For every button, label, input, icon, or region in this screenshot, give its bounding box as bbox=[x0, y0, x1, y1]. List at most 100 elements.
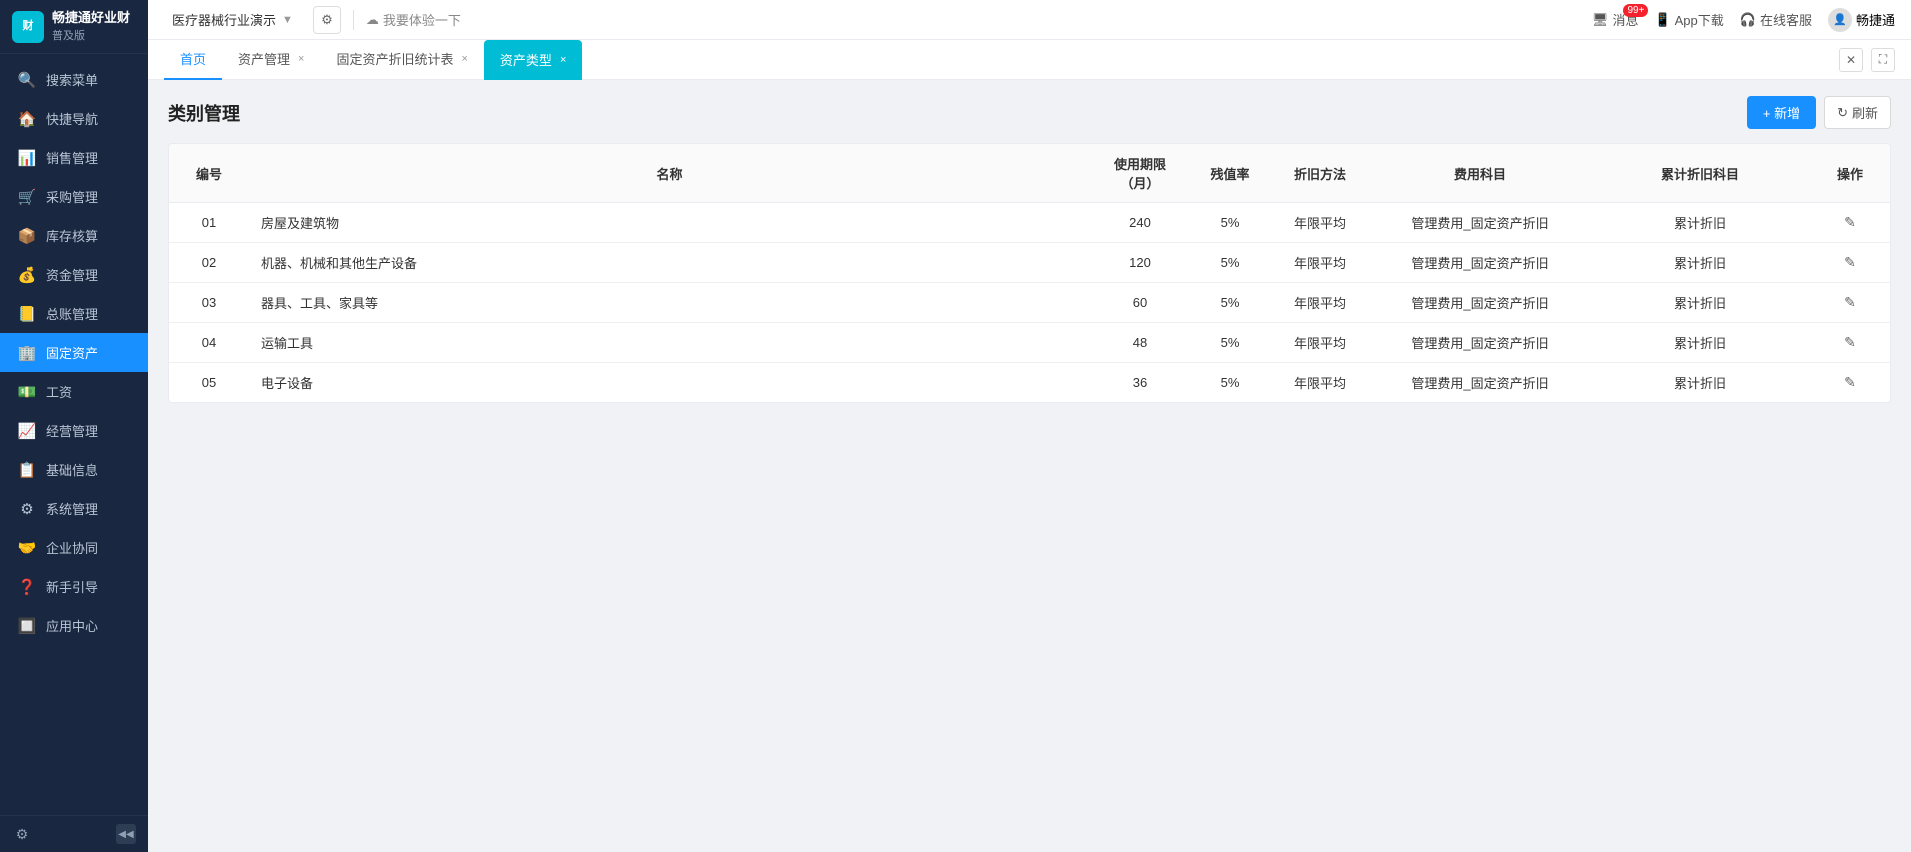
sidebar-item-coop[interactable]: 🤝企业协同 bbox=[0, 528, 148, 567]
cell-operation: ✎ bbox=[1810, 243, 1890, 283]
cell-subject: 管理费用_固定资产折旧 bbox=[1370, 203, 1590, 243]
cell-subject: 管理费用_固定资产折旧 bbox=[1370, 243, 1590, 283]
sidebar-item-appcenter[interactable]: 🔲应用中心 bbox=[0, 606, 148, 645]
edit-btn[interactable]: ✎ bbox=[1844, 214, 1856, 230]
tab-home[interactable]: 首页 bbox=[164, 40, 222, 80]
edit-btn[interactable]: ✎ bbox=[1844, 374, 1856, 390]
tab-assettype-close[interactable]: × bbox=[560, 54, 566, 66]
sidebar-label-capital: 资金管理 bbox=[46, 265, 98, 284]
sidebar-menu: 🔍搜索菜单 🏠 快捷导航 📊销售管理🛒采购管理 📦 库存核算 💰资金管理 📒 总账管理 🏢固定资产… bbox=[0, 54, 148, 815]
tab-assets-label: 资产管理 bbox=[238, 49, 290, 68]
edit-btn[interactable]: ✎ bbox=[1844, 334, 1856, 350]
sidebar-item-basicinfo[interactable]: 📋基础信息 bbox=[0, 450, 148, 489]
sidebar-settings-btn[interactable]: ⚙ bbox=[12, 824, 32, 844]
sidebar-label-salary: 工资 bbox=[46, 382, 72, 401]
th-id: 编号 bbox=[169, 144, 249, 203]
appdown-label: App下载 bbox=[1675, 10, 1724, 29]
cell-method: 年限平均 bbox=[1270, 363, 1370, 403]
topbar-divider bbox=[353, 10, 354, 30]
cell-id: 02 bbox=[169, 243, 249, 283]
service-icon: 🎧 bbox=[1740, 12, 1756, 28]
sidebar-item-capital[interactable]: 💰资金管理 bbox=[0, 255, 148, 294]
tab-depreciation[interactable]: 固定资产折旧统计表 × bbox=[320, 40, 483, 80]
sidebar-item-operation[interactable]: 📈经营管理 bbox=[0, 411, 148, 450]
sidebar-icon-guide: ❓ bbox=[18, 578, 36, 596]
cell-subject: 管理费用_固定资产折旧 bbox=[1370, 283, 1590, 323]
sidebar-item-guide[interactable]: ❓ 新手引导 bbox=[0, 567, 148, 606]
tab-assettype-label: 资产类型 bbox=[500, 50, 552, 69]
sidebar-icon-inventory: 📦 bbox=[18, 227, 36, 245]
service-label: 在线客服 bbox=[1760, 10, 1812, 29]
tab-assettype[interactable]: 资产类型 × bbox=[484, 40, 582, 80]
table-row: 02 机器、机械和其他生产设备 120 5% 年限平均 管理费用_固定资产折旧 … bbox=[169, 243, 1890, 283]
sidebar-label-appcenter: 应用中心 bbox=[46, 616, 98, 635]
sidebar-label-quicknav: 快捷导航 bbox=[46, 109, 98, 128]
th-cum-subject: 累计折旧科目 bbox=[1590, 144, 1810, 203]
sidebar-item-sales[interactable]: 📊销售管理 bbox=[0, 138, 148, 177]
refresh-icon: ↻ bbox=[1837, 105, 1848, 121]
cell-residual: 5% bbox=[1190, 363, 1270, 403]
edit-btn[interactable]: ✎ bbox=[1844, 254, 1856, 270]
th-method: 折旧方法 bbox=[1270, 144, 1370, 203]
cell-period: 48 bbox=[1090, 323, 1190, 363]
tab-depreciation-close[interactable]: × bbox=[461, 53, 467, 65]
cell-name: 器具、工具、家具等 bbox=[249, 283, 1090, 323]
sidebar-item-quicknav[interactable]: 🏠 快捷导航 bbox=[0, 99, 148, 138]
notification-badge: 99+ bbox=[1623, 4, 1648, 17]
tab-home-label: 首页 bbox=[180, 49, 206, 68]
sidebar-label-ledger: 总账管理 bbox=[46, 304, 98, 323]
sidebar-label-inventory: 库存核算 bbox=[46, 226, 98, 245]
notification-btn[interactable]: 🖥 消息 99+ bbox=[1592, 10, 1639, 29]
cell-operation: ✎ bbox=[1810, 363, 1890, 403]
topbar-settings-btn[interactable]: ⚙ bbox=[313, 6, 341, 34]
sidebar-item-search[interactable]: 🔍搜索菜单 bbox=[0, 60, 148, 99]
cell-id: 04 bbox=[169, 323, 249, 363]
user-menu[interactable]: 👤 畅捷通 bbox=[1828, 8, 1895, 32]
table-row: 04 运输工具 48 5% 年限平均 管理费用_固定资产折旧 累计折旧 ✎ bbox=[169, 323, 1890, 363]
tab-assets-close[interactable]: × bbox=[298, 53, 304, 65]
table-row: 03 器具、工具、家具等 60 5% 年限平均 管理费用_固定资产折旧 累计折旧… bbox=[169, 283, 1890, 323]
sidebar-collapse-btn[interactable]: ◀◀ bbox=[116, 824, 136, 844]
cell-method: 年限平均 bbox=[1270, 203, 1370, 243]
sidebar-label-fixed: 固定资产 bbox=[46, 343, 98, 362]
cell-period: 60 bbox=[1090, 283, 1190, 323]
experience-btn[interactable]: ☁ 我要体验一下 bbox=[366, 10, 461, 29]
service-btn[interactable]: 🎧 在线客服 bbox=[1740, 10, 1812, 29]
tab-close-btn[interactable]: ✕ bbox=[1839, 48, 1863, 72]
refresh-btn[interactable]: ↻ 刷新 bbox=[1824, 96, 1891, 129]
edit-btn[interactable]: ✎ bbox=[1844, 294, 1856, 310]
th-name: 名称 bbox=[249, 144, 1090, 203]
sidebar-item-purchase[interactable]: 🛒采购管理 bbox=[0, 177, 148, 216]
table-wrapper: 编号 名称 使用期限（月） 残值率 折旧方法 费用科目 累计折旧科目 操作 01… bbox=[168, 143, 1891, 403]
sidebar-item-salary[interactable]: 💵 工资 bbox=[0, 372, 148, 411]
sidebar-icon-salary: 💵 bbox=[18, 383, 36, 401]
th-subject: 费用科目 bbox=[1370, 144, 1590, 203]
sidebar-label-system: 系统管理 bbox=[46, 499, 98, 518]
username: 畅捷通 bbox=[1856, 10, 1895, 29]
sidebar-item-inventory[interactable]: 📦 库存核算 bbox=[0, 216, 148, 255]
sidebar-icon-coop: 🤝 bbox=[18, 539, 36, 557]
sidebar-label-guide: 新手引导 bbox=[46, 577, 98, 596]
sidebar-label-operation: 经营管理 bbox=[46, 421, 98, 440]
th-residual: 残值率 bbox=[1190, 144, 1270, 203]
new-btn[interactable]: + 新增 bbox=[1747, 96, 1816, 129]
cell-method: 年限平均 bbox=[1270, 243, 1370, 283]
experience-icon: ☁ bbox=[366, 12, 379, 28]
module-selector[interactable]: 医疗器械行业演示 ▼ bbox=[164, 6, 301, 33]
cell-name: 运输工具 bbox=[249, 323, 1090, 363]
tab-assets[interactable]: 资产管理 × bbox=[222, 40, 320, 80]
sidebar-icon-ledger: 📒 bbox=[18, 305, 36, 323]
sidebar-icon-search: 🔍 bbox=[18, 71, 36, 89]
cell-cum-subject: 累计折旧 bbox=[1590, 203, 1810, 243]
sidebar-item-system[interactable]: ⚙系统管理 bbox=[0, 489, 148, 528]
table-header-row: 编号 名称 使用期限（月） 残值率 折旧方法 费用科目 累计折旧科目 操作 bbox=[169, 144, 1890, 203]
appdown-btn[interactable]: 📱 App下载 bbox=[1654, 10, 1723, 29]
sidebar-icon-quicknav: 🏠 bbox=[18, 110, 36, 128]
cell-cum-subject: 累计折旧 bbox=[1590, 323, 1810, 363]
sidebar-item-ledger[interactable]: 📒 总账管理 bbox=[0, 294, 148, 333]
tab-expand-btn[interactable]: ⛶ bbox=[1871, 48, 1895, 72]
module-name: 医疗器械行业演示 bbox=[172, 10, 276, 29]
sidebar-item-fixed[interactable]: 🏢固定资产 bbox=[0, 333, 148, 372]
cell-method: 年限平均 bbox=[1270, 283, 1370, 323]
sidebar-label-basicinfo: 基础信息 bbox=[46, 460, 98, 479]
